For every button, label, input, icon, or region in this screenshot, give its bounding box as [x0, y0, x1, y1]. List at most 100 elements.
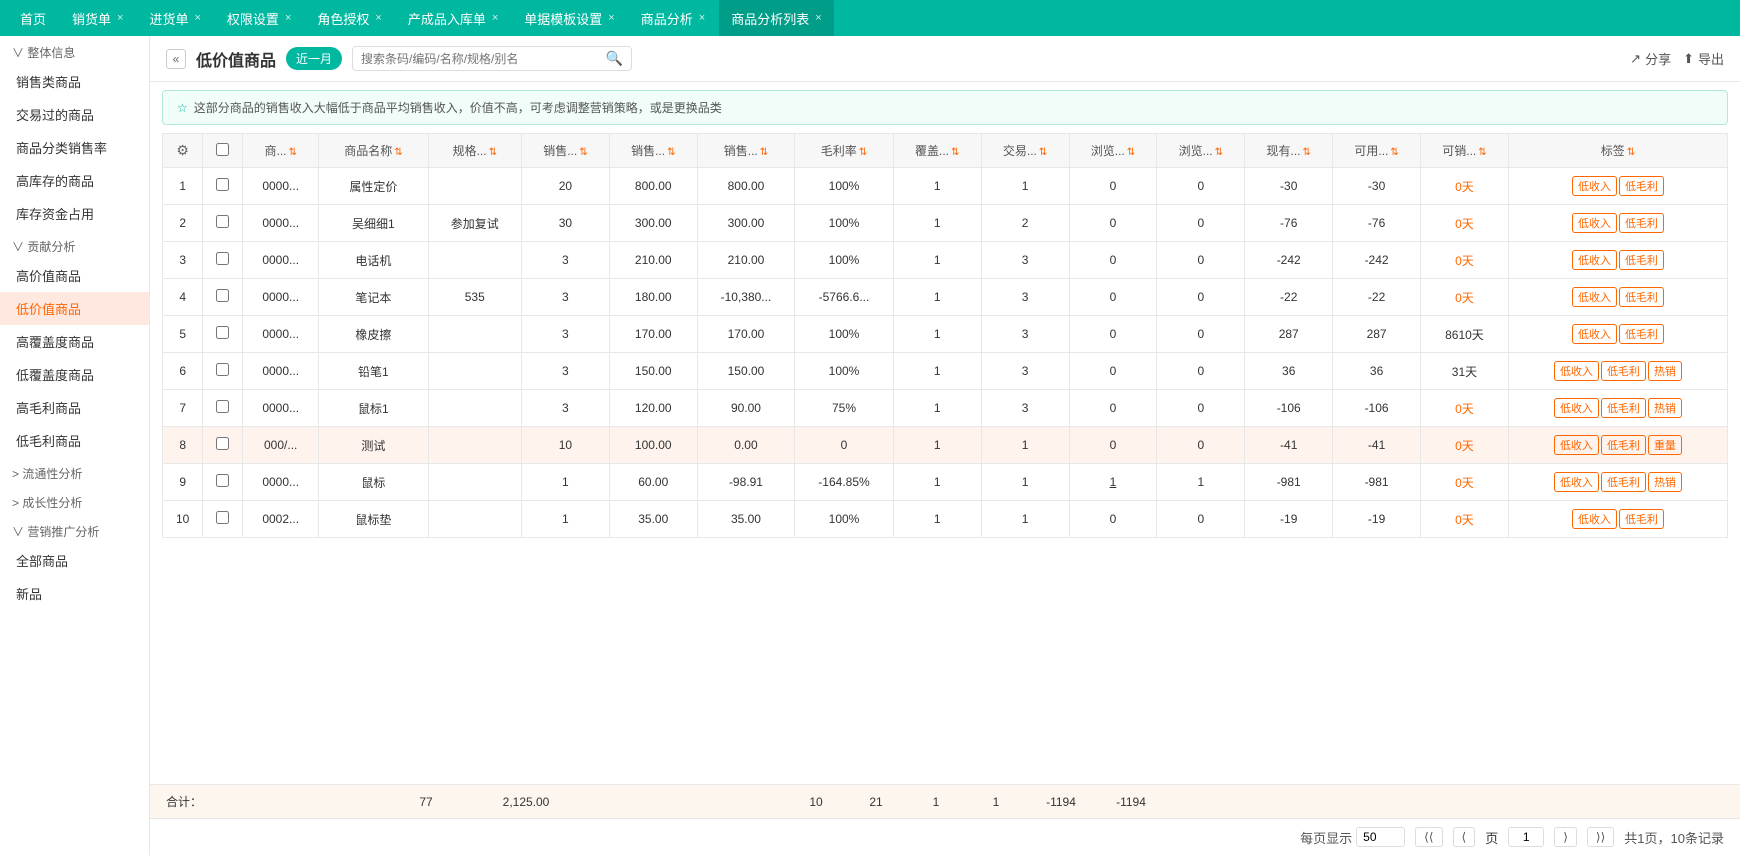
nav-goods-analysis-list[interactable]: 商品分析列表 ×: [719, 0, 833, 36]
last-page-button[interactable]: ⟩⟩: [1587, 827, 1614, 847]
page-number-input[interactable]: [1508, 827, 1544, 847]
cell-checkbox[interactable]: [203, 168, 243, 205]
table-row: 1 0000... 属性定价 20 800.00 800.00 100% 1 1…: [163, 168, 1728, 205]
close-icon[interactable]: ×: [285, 12, 291, 24]
sidebar-group-circulation[interactable]: > 流通性分析: [0, 457, 149, 486]
row-checkbox[interactable]: [216, 511, 229, 524]
sidebar-group-overall[interactable]: ∨ 整体信息: [0, 36, 149, 65]
cell-sellable: 0天: [1421, 168, 1509, 205]
search-input[interactable]: [361, 52, 600, 66]
tag: 低收入: [1572, 324, 1617, 344]
cell-num: 3: [163, 242, 203, 279]
row-checkbox[interactable]: [216, 215, 229, 228]
nav-role-auth[interactable]: 角色授权 ×: [305, 0, 393, 36]
nav-permission-settings[interactable]: 权限设置 ×: [215, 0, 303, 36]
sidebar-item-stock-capital[interactable]: 库存资金占用: [0, 197, 149, 230]
sidebar-group-contribution[interactable]: ∨ 贡献分析: [0, 230, 149, 259]
cell-trade: 1: [981, 464, 1069, 501]
select-all-checkbox[interactable]: [216, 143, 229, 156]
cell-sales-amt: 210.00: [609, 242, 697, 279]
row-checkbox[interactable]: [216, 326, 229, 339]
col-current-stock: 现有...⇅: [1245, 134, 1333, 168]
cell-sellable: 0天: [1421, 427, 1509, 464]
col-settings[interactable]: ⚙: [163, 134, 203, 168]
page-size-select[interactable]: 50 100 200: [1356, 827, 1405, 847]
info-bar: ☆ 这部分商品的销售收入大幅低于商品平均销售收入，价值不高，可考虑调整营销策略，…: [162, 90, 1728, 125]
table-row: 5 0000... 橡皮擦 3 170.00 170.00 100% 1 3 0…: [163, 316, 1728, 353]
cell-margin: 0: [795, 427, 894, 464]
cell-checkbox[interactable]: [203, 353, 243, 390]
close-icon[interactable]: ×: [608, 12, 614, 24]
sidebar-item-sales-goods[interactable]: 销售类商品: [0, 65, 149, 98]
nav-purchase-order[interactable]: 进货单 ×: [137, 0, 212, 36]
cell-available: -22: [1333, 279, 1421, 316]
nav-goods-analysis[interactable]: 商品分析 ×: [629, 0, 717, 36]
views1-link[interactable]: 1: [1110, 475, 1117, 489]
sidebar-group-growth[interactable]: > 成长性分析: [0, 486, 149, 515]
cell-checkbox[interactable]: [203, 464, 243, 501]
cell-checkbox[interactable]: [203, 501, 243, 538]
nav-home[interactable]: 首页: [8, 0, 58, 36]
cell-code: 0000...: [243, 279, 319, 316]
sidebar-item-high-margin[interactable]: 高毛利商品: [0, 391, 149, 424]
sidebar-item-high-stock[interactable]: 高库存的商品: [0, 164, 149, 197]
filter-recent-month-button[interactable]: 近一月: [286, 47, 342, 70]
close-icon[interactable]: ×: [699, 12, 705, 24]
row-checkbox[interactable]: [216, 437, 229, 450]
row-checkbox[interactable]: [216, 178, 229, 191]
cell-sales-profit: 300.00: [697, 205, 795, 242]
cell-code: 0000...: [243, 168, 319, 205]
summary-views2: 1: [966, 795, 1026, 809]
sidebar-item-all-goods[interactable]: 全部商品: [0, 544, 149, 577]
table-row: 6 0000... 铅笔1 3 150.00 150.00 100% 1 3 0…: [163, 353, 1728, 390]
close-icon[interactable]: ×: [492, 12, 498, 24]
row-checkbox[interactable]: [216, 363, 229, 376]
sidebar: ∨ 整体信息 销售类商品 交易过的商品 商品分类销售率 高库存的商品 库存资金占…: [0, 36, 150, 855]
cell-sellable: 0天: [1421, 242, 1509, 279]
prev-page-button[interactable]: ⟨: [1453, 827, 1476, 847]
row-checkbox[interactable]: [216, 289, 229, 302]
nav-sales-order[interactable]: 销货单 ×: [60, 0, 135, 36]
sidebar-item-low-value[interactable]: 低价值商品: [0, 292, 149, 325]
close-icon[interactable]: ×: [117, 12, 123, 24]
cell-tags: 低收入低毛利重量: [1508, 427, 1727, 464]
close-icon[interactable]: ×: [375, 12, 381, 24]
sidebar-item-category-sales[interactable]: 商品分类销售率: [0, 131, 149, 164]
cell-checkbox[interactable]: [203, 427, 243, 464]
row-checkbox[interactable]: [216, 474, 229, 487]
first-page-button[interactable]: ⟨⟨: [1415, 827, 1442, 847]
cell-checkbox[interactable]: [203, 205, 243, 242]
sidebar-item-traded-goods[interactable]: 交易过的商品: [0, 98, 149, 131]
cell-checkbox[interactable]: [203, 279, 243, 316]
cell-views2: 0: [1157, 242, 1245, 279]
tag: 低毛利: [1619, 324, 1664, 344]
export-button[interactable]: ⬆ 导出: [1683, 49, 1724, 68]
row-checkbox[interactable]: [216, 400, 229, 413]
share-button[interactable]: ↗ 分享: [1630, 49, 1671, 68]
cell-views1[interactable]: 1: [1069, 464, 1157, 501]
nav-template-settings[interactable]: 单据模板设置 ×: [512, 0, 626, 36]
tag: 低收入: [1554, 361, 1599, 381]
sidebar-item-high-value[interactable]: 高价值商品: [0, 259, 149, 292]
cell-sales-profit: 170.00: [697, 316, 795, 353]
sidebar-item-low-margin[interactable]: 低毛利商品: [0, 424, 149, 457]
cell-code: 0000...: [243, 205, 319, 242]
sidebar-item-low-coverage[interactable]: 低覆盖度商品: [0, 358, 149, 391]
cell-checkbox[interactable]: [203, 316, 243, 353]
views1-value: 0: [1110, 253, 1117, 267]
row-checkbox[interactable]: [216, 252, 229, 265]
cell-margin: 100%: [795, 316, 894, 353]
page-title: 低价值商品: [196, 47, 276, 71]
close-icon[interactable]: ×: [815, 12, 821, 24]
cell-spec: [428, 464, 521, 501]
sidebar-group-marketing[interactable]: ∨ 营销推广分析: [0, 515, 149, 544]
nav-product-warehouse[interactable]: 产成品入库单 ×: [396, 0, 510, 36]
cell-checkbox[interactable]: [203, 390, 243, 427]
col-checkbox[interactable]: [203, 134, 243, 168]
next-page-button[interactable]: ⟩: [1554, 827, 1577, 847]
close-icon[interactable]: ×: [194, 12, 200, 24]
cell-checkbox[interactable]: [203, 242, 243, 279]
collapse-button[interactable]: «: [166, 49, 186, 69]
sidebar-item-new-goods[interactable]: 新品: [0, 577, 149, 610]
sidebar-item-high-coverage[interactable]: 高覆盖度商品: [0, 325, 149, 358]
